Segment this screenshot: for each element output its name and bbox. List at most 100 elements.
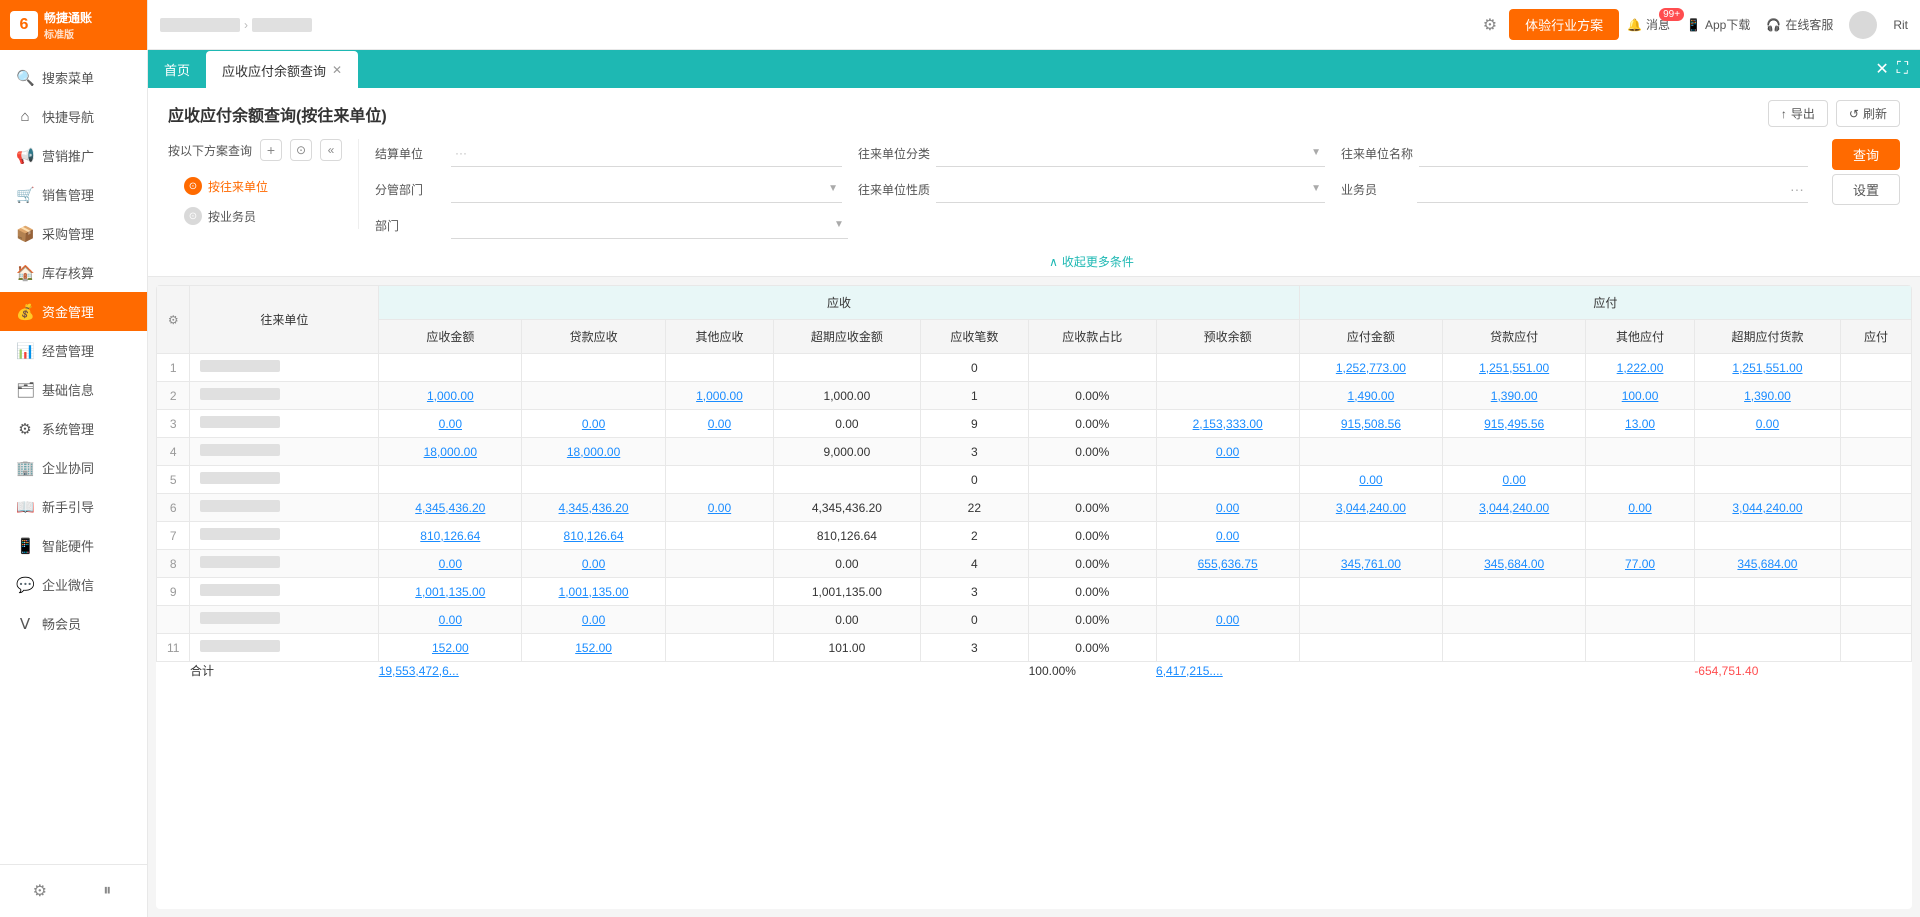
table-cell[interactable]: 345,684.00 xyxy=(1694,550,1840,578)
table-cell[interactable]: 1,251,551.00 xyxy=(1443,354,1586,382)
sidebar-item-sales[interactable]: 🛒 销售管理 xyxy=(0,175,147,214)
export-button[interactable]: ↑ 导出 xyxy=(1768,100,1828,127)
table-cell[interactable]: 810,126.64 xyxy=(522,522,665,550)
filter-classify-input[interactable]: ▼ xyxy=(936,139,1325,167)
table-cell[interactable]: 915,508.56 xyxy=(1299,410,1442,438)
filter-nature-input[interactable]: ▼ xyxy=(936,175,1325,203)
table-cell[interactable]: 0.00 xyxy=(522,550,665,578)
filter-scheme-settings[interactable]: ⊙ xyxy=(290,139,312,161)
username[interactable]: Rit xyxy=(1893,18,1908,32)
table-cell[interactable]: 1,001,135.00 xyxy=(522,578,665,606)
table-cell[interactable]: 0.00 xyxy=(1156,522,1299,550)
table-cell[interactable]: 0.00 xyxy=(379,550,522,578)
table-cell[interactable]: 18,000.00 xyxy=(379,438,522,466)
scheme-item-partner[interactable]: ⊙ 按往来单位 xyxy=(176,173,342,199)
table-cell[interactable]: 4,345,436.20 xyxy=(522,494,665,522)
online-service-btn[interactable]: 🎧 在线客服 xyxy=(1766,16,1833,33)
collapse-btn[interactable]: ⏸ xyxy=(78,875,138,907)
message-btn[interactable]: 🔔 消息 99+ xyxy=(1627,16,1670,33)
filter-dept-label: 部门 xyxy=(375,217,445,234)
filter-fenguan-input[interactable]: ▼ xyxy=(451,175,842,203)
tab-home[interactable]: 首页 xyxy=(148,50,206,88)
table-cell[interactable]: 655,636.75 xyxy=(1156,550,1299,578)
filter-scheme-collapse[interactable]: « xyxy=(320,139,342,161)
table-cell[interactable]: 77.00 xyxy=(1586,550,1695,578)
filter-add-button[interactable]: + xyxy=(260,139,282,161)
scheme-item-salesperson[interactable]: ⊙ 按业务员 xyxy=(176,203,342,229)
table-cell[interactable]: 152.00 xyxy=(522,634,665,662)
sidebar-item-quicknav[interactable]: ⌂ 快捷导航 xyxy=(0,97,147,136)
sidebar-item-system[interactable]: ⚙ 系统管理 xyxy=(0,409,147,448)
table-cell[interactable]: 0.00 xyxy=(379,410,522,438)
avatar[interactable] xyxy=(1849,11,1877,39)
table-cell[interactable]: 13.00 xyxy=(1586,410,1695,438)
sidebar-item-search[interactable]: 🔍 搜索菜单 xyxy=(0,58,147,97)
table-cell[interactable]: 810,126.64 xyxy=(379,522,522,550)
table-cell[interactable]: 1,000.00 xyxy=(379,382,522,410)
gear-icon[interactable]: ⚙ xyxy=(1479,11,1501,39)
sidebar-item-member[interactable]: Ⅴ 畅会员 xyxy=(0,604,147,643)
table-cell[interactable]: 0.00 xyxy=(665,494,774,522)
table-cell[interactable]: 0.00 xyxy=(1156,438,1299,466)
sidebar-item-basic[interactable]: 🗂 基础信息 xyxy=(0,370,147,409)
footer-ys-total[interactable]: 19,553,472,6... xyxy=(379,662,522,680)
settings-bottom-btn[interactable]: ⚙ xyxy=(10,875,70,907)
filter-business-input[interactable]: ··· xyxy=(1417,175,1808,203)
table-cell[interactable]: 1,000.00 xyxy=(665,382,774,410)
table-cell[interactable]: 1,390.00 xyxy=(1694,382,1840,410)
sidebar-item-purchase[interactable]: 📦 采购管理 xyxy=(0,214,147,253)
table-cell[interactable]: 0.00 xyxy=(1156,494,1299,522)
table-cell[interactable]: 152.00 xyxy=(379,634,522,662)
sidebar-item-finance[interactable]: 💰 资金管理 xyxy=(0,292,147,331)
refresh-button[interactable]: ↺ 刷新 xyxy=(1836,100,1900,127)
table-cell[interactable]: 0.00 xyxy=(379,606,522,634)
filter-jiesuan-input[interactable]: ··· xyxy=(451,139,842,167)
table-cell[interactable]: 0.00 xyxy=(665,410,774,438)
table-cell[interactable]: 0.00 xyxy=(522,606,665,634)
filter-collapse-row[interactable]: ∧ 收起更多条件 xyxy=(375,247,1808,276)
table-cell[interactable]: 345,761.00 xyxy=(1299,550,1442,578)
table-cell[interactable]: 1,222.00 xyxy=(1586,354,1695,382)
table-cell[interactable]: 0.00 xyxy=(1586,494,1695,522)
table-cell[interactable]: 3,044,240.00 xyxy=(1694,494,1840,522)
tab-close-icon[interactable]: ✕ xyxy=(332,63,342,77)
footer-prepay[interactable]: 6,417,215.... xyxy=(1156,662,1299,680)
table-cell[interactable]: 1,390.00 xyxy=(1443,382,1586,410)
sidebar-item-corp[interactable]: 🏢 企业协同 xyxy=(0,448,147,487)
tab-receivable[interactable]: 应收应付余额查询 ✕ xyxy=(206,51,358,89)
sidebar-item-hardware[interactable]: 📱 智能硬件 xyxy=(0,526,147,565)
table-cell[interactable]: 4,345,436.20 xyxy=(379,494,522,522)
table-cell[interactable]: 0.00 xyxy=(1299,466,1442,494)
table-settings-icon[interactable]: ⚙ xyxy=(168,313,179,327)
table-cell[interactable]: 100.00 xyxy=(1586,382,1695,410)
table-cell[interactable]: 1,251,551.00 xyxy=(1694,354,1840,382)
sidebar-item-guide[interactable]: 📖 新手引导 xyxy=(0,487,147,526)
filter-field-dept: 部门 ▼ xyxy=(375,211,848,239)
filter-dept-input[interactable]: ▼ xyxy=(451,211,848,239)
table-cell[interactable]: 0.00 xyxy=(1443,466,1586,494)
table-cell[interactable]: 1,490.00 xyxy=(1299,382,1442,410)
table-cell[interactable]: 3,044,240.00 xyxy=(1443,494,1586,522)
table-cell[interactable]: 1,001,135.00 xyxy=(379,578,522,606)
sidebar-item-wechat[interactable]: 💬 企业微信 xyxy=(0,565,147,604)
fullscreen-icon[interactable]: ⛶ xyxy=(1897,60,1908,78)
table-cell[interactable]: 1,252,773.00 xyxy=(1299,354,1442,382)
filter-settings-button[interactable]: 设置 xyxy=(1832,174,1900,205)
table-cell[interactable]: 915,495.56 xyxy=(1443,410,1586,438)
close-window-icon[interactable]: ✕ xyxy=(1875,59,1888,79)
trial-button[interactable]: 体验行业方案 xyxy=(1509,9,1619,40)
table-cell[interactable]: 2,153,333.00 xyxy=(1156,410,1299,438)
table-cell[interactable]: 0.00 xyxy=(1694,410,1840,438)
query-button[interactable]: 查询 xyxy=(1832,139,1900,170)
sidebar-item-marketing[interactable]: 📢 营销推广 xyxy=(0,136,147,175)
table-cell[interactable]: 345,684.00 xyxy=(1443,550,1586,578)
table-cell[interactable]: 18,000.00 xyxy=(522,438,665,466)
sidebar-item-inventory[interactable]: 🏠 库存核算 xyxy=(0,253,147,292)
table-cell[interactable]: 3,044,240.00 xyxy=(1299,494,1442,522)
sidebar-item-operation[interactable]: 📊 经营管理 xyxy=(0,331,147,370)
table-cell[interactable]: 0.00 xyxy=(1156,606,1299,634)
app-download-btn[interactable]: 📱 App下载 xyxy=(1686,16,1750,33)
col-settings-header[interactable]: ⚙ xyxy=(157,286,190,354)
table-cell[interactable]: 0.00 xyxy=(522,410,665,438)
filter-laiwang-name-input[interactable] xyxy=(1419,139,1808,167)
